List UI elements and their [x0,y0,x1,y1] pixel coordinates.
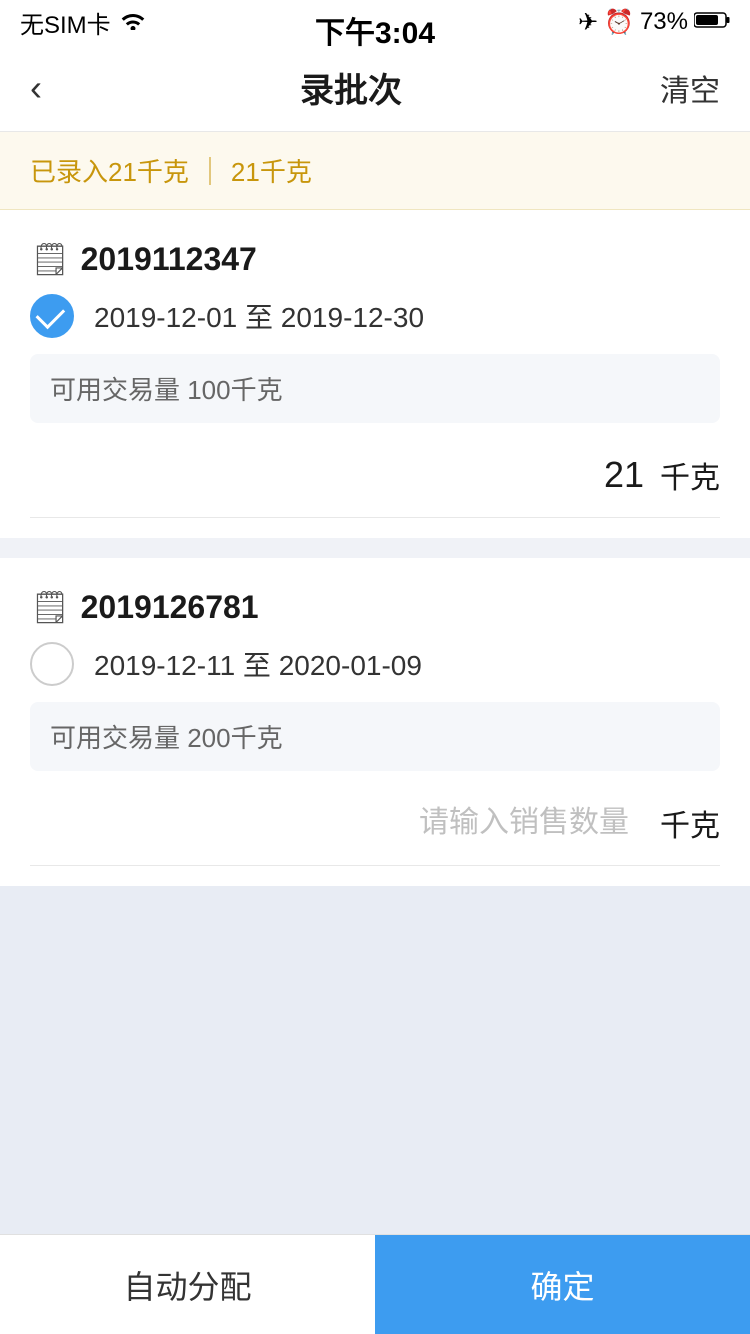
batch-1-row: 2019-12-01 至 2019-12-30 [30,294,720,338]
batch-1-available: 可用交易量 100千克 [30,354,720,423]
auto-distribute-button[interactable]: 自动分配 [0,1235,375,1334]
batch-2-quantity-input[interactable] [344,806,644,840]
card-separator-1 [0,538,750,558]
batch-1-quantity-row: 21 千克 [30,443,720,518]
batch-1-unit: 千克 [660,453,720,497]
batch-2-row: 2019-12-11 至 2020-01-09 [30,642,720,686]
back-button[interactable]: ‹ [30,67,42,109]
battery-icon [694,8,730,36]
banner-divider [209,157,211,185]
nav-bar: ‹ 录批次 清空 [0,44,750,132]
batch-2-quantity-row: 千克 [30,791,720,866]
battery-text: 73% [640,8,688,36]
carrier-text: 无SIM卡 [20,5,111,40]
status-right: ✈ ⏰ 73% [578,8,730,37]
recorded-amount: 已录入21千克 [30,152,189,189]
status-time: 下午3:04 [315,8,435,52]
batch-1-id: 2019112347 [81,241,257,278]
batch-1-quantity: 21 [604,454,644,496]
batch-1-icon: 🗒 [30,240,71,278]
page-title: 录批次 [300,63,402,112]
location-icon: ✈ [578,8,598,37]
alarm-icon: ⏰ [604,8,634,37]
batch-2-header: 🗒 2019126781 [30,588,720,626]
wifi-icon [119,8,147,37]
content-area: 已录入21千克 21千克 🗒 2019112347 2019-12-01 至 2… [0,132,750,1286]
status-left: 无SIM卡 [20,5,147,40]
batch-1-date: 2019-12-01 至 2019-12-30 [94,296,424,336]
confirm-button[interactable]: 确定 [375,1235,750,1334]
batch-1-header: 🗒 2019112347 [30,240,720,278]
batch-1-card: 🗒 2019112347 2019-12-01 至 2019-12-30 可用交… [0,210,750,538]
total-amount: 21千克 [231,152,312,189]
batch-2-radio[interactable] [30,642,74,686]
batch-1-radio[interactable] [30,294,74,338]
clear-button[interactable]: 清空 [660,66,720,110]
batch-2-card: 🗒 2019126781 2019-12-11 至 2020-01-09 可用交… [0,558,750,886]
info-banner: 已录入21千克 21千克 [0,132,750,210]
batch-2-icon: 🗒 [30,588,71,626]
batch-2-available: 可用交易量 200千克 [30,702,720,771]
batch-2-date: 2019-12-11 至 2020-01-09 [94,644,422,684]
batch-2-unit: 千克 [660,801,720,845]
empty-space [0,886,750,1286]
batch-2-id: 2019126781 [81,589,259,626]
status-bar: 无SIM卡 下午3:04 ✈ ⏰ 73% [0,0,750,44]
bottom-bar: 自动分配 确定 [0,1234,750,1334]
